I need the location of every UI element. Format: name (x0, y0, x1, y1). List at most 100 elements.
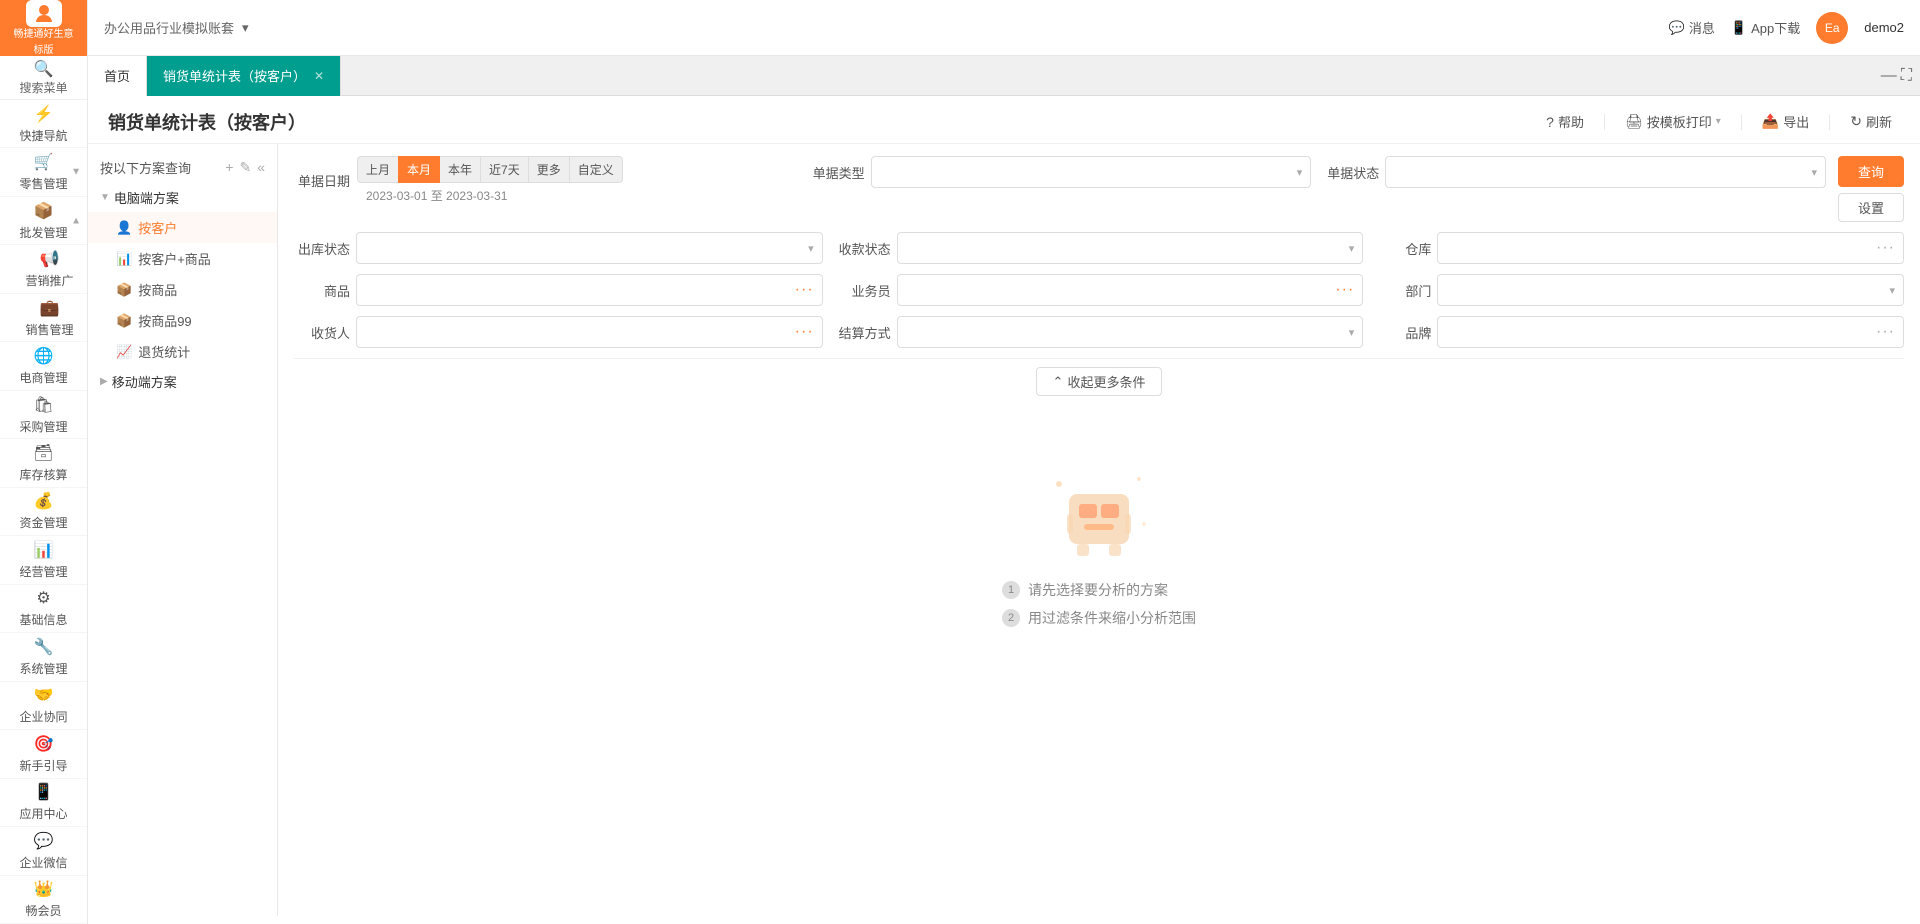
scheme-item-by-goods[interactable]: 📦 按商品 (88, 274, 277, 305)
message-btn[interactable]: 💬 消息 (1669, 18, 1715, 37)
sidebar-item-quick-nav[interactable]: ⚡ 快捷导航 (0, 100, 87, 148)
retail-icon: 🛒 (34, 152, 54, 172)
settle-label: 结算方式 (835, 323, 891, 342)
sidebar-item-operations[interactable]: 📊 经营管理 (0, 536, 87, 584)
tab-sales-stat[interactable]: 销货单统计表（按客户） ✕ (147, 56, 341, 96)
bill-type-control[interactable]: ▾ (871, 156, 1312, 188)
system-label: 系统管理 (19, 660, 67, 677)
sidebar-item-system[interactable]: 🔧 系统管理 (0, 633, 87, 681)
purchase-label: 采购管理 (19, 418, 67, 435)
quick-nav-icon: ⚡ (34, 104, 54, 124)
sidebar-item-sales[interactable]: 💼 销售管理 (0, 294, 87, 342)
scheme-item-icon-cg: 📊 (116, 251, 132, 267)
sidebar-item-finance[interactable]: 💰 资金管理 (0, 488, 87, 536)
salesperson-control[interactable]: ··· (897, 274, 1364, 306)
scheme-group-label-pc: 电脑端方案 (114, 188, 179, 207)
search-menu[interactable]: 🔍 搜索菜单 (0, 56, 87, 100)
sidebar-item-wholesale[interactable]: 📦 批发管理 ▲ (0, 197, 87, 245)
app-logo[interactable]: 畅捷通好生意 标版 (0, 0, 87, 56)
query-btn[interactable]: 查询 (1838, 156, 1904, 187)
sales-icon: 💼 (40, 298, 60, 318)
date-btn-this-year[interactable]: 本年 (439, 156, 481, 183)
collapse-btn[interactable]: ⌃ 收起更多条件 (1036, 367, 1163, 396)
sidebar-item-wechat[interactable]: 💬 企业微信 (0, 827, 87, 875)
date-btn-this-month[interactable]: 本月 (398, 156, 440, 183)
header-left: 办公用品行业模拟账套 ▾ (104, 18, 249, 37)
scheme-collapse-btn[interactable]: « (257, 159, 265, 176)
sidebar-item-appcenter[interactable]: 📱 应用中心 (0, 779, 87, 827)
app-download-icon: 📱 (1731, 20, 1747, 36)
scheme-group-header-mobile[interactable]: ▶ 移动端方案 (88, 367, 277, 396)
help-btn[interactable]: ? 帮助 (1538, 108, 1592, 135)
scheme-item-label-goods: 按商品 (138, 280, 177, 299)
export-btn[interactable]: 📤 导出 (1754, 108, 1817, 135)
scheme-item-label-goods99: 按商品99 (138, 311, 191, 330)
message-label: 消息 (1689, 18, 1715, 37)
out-status-control[interactable]: ▾ (356, 232, 823, 264)
scheme-item-by-return[interactable]: 📈 退货统计 (88, 336, 277, 367)
sidebar-item-retail[interactable]: 🛒 零售管理 ▼ (0, 148, 87, 196)
user-avatar[interactable]: Ea (1816, 12, 1848, 44)
action-buttons: 查询 设置 (1838, 156, 1904, 222)
settle-control[interactable]: ▾ (897, 316, 1364, 348)
finance-icon: 💰 (34, 491, 54, 511)
scheme-group-pc: ▼ 电脑端方案 👤 按客户 📊 按客户+商品 📦 按商品 (88, 183, 277, 367)
brand-control[interactable]: ··· (1437, 316, 1904, 348)
date-btn-7days[interactable]: 近7天 (480, 156, 529, 183)
scheme-item-icon-goods99: 📦 (116, 313, 132, 329)
filter-table-area: 单据日期 上月 本月 本年 近7天 更多 自定义 20 (278, 144, 1920, 916)
member-icon: 👑 (34, 879, 54, 899)
tab-home[interactable]: 首页 (88, 56, 147, 96)
scheme-item-icon-goods: 📦 (116, 282, 132, 298)
app-download-btn[interactable]: 📱 App下载 (1731, 18, 1800, 37)
sidebar-item-enterprise[interactable]: 🤝 企业协同 (0, 682, 87, 730)
refresh-btn[interactable]: ↻ 刷新 (1842, 108, 1900, 135)
scheme-add-btn[interactable]: + (225, 159, 233, 176)
page-header: 销货单统计表（按客户） ? 帮助 🖨 按模板打印 ▾ 📤 导出 (88, 96, 1920, 144)
tip-num-2: 2 (1002, 609, 1020, 627)
bill-status-arrow: ▾ (1811, 166, 1817, 179)
collapse-label: 收起更多条件 (1067, 372, 1145, 391)
date-btn-custom[interactable]: 自定义 (569, 156, 623, 183)
sidebar-item-marketing[interactable]: 📢 营销推广 (0, 245, 87, 293)
scheme-item-by-customer[interactable]: 👤 按客户 (88, 212, 277, 243)
dept-label: 部门 (1375, 281, 1431, 300)
bill-status-control[interactable]: ▾ (1385, 156, 1826, 188)
scheme-item-icon-return: 📈 (116, 344, 132, 360)
sidebar-item-newbie[interactable]: 🎯 新手引导 (0, 730, 87, 778)
finance-label: 资金管理 (19, 514, 67, 531)
tab-close-btn[interactable]: ✕ (314, 69, 324, 83)
logo-icon (26, 0, 62, 27)
content-layout: 按以下方案查询 + ✎ « ▼ 电脑端方案 👤 按客户 (88, 144, 1920, 916)
sidebar-item-inventory[interactable]: 🗃 库存核算 (0, 439, 87, 487)
scheme-item-by-customer-goods[interactable]: 📊 按客户+商品 (88, 243, 277, 274)
scheme-group-header-pc[interactable]: ▼ 电脑端方案 (88, 183, 277, 212)
sidebar-item-purchase[interactable]: 🛍 采购管理 (0, 391, 87, 439)
date-btn-last-month[interactable]: 上月 (357, 156, 399, 183)
tab-minimize-btn[interactable]: — (1881, 67, 1897, 85)
tab-maximize-btn[interactable]: ⛶ (1901, 67, 1912, 85)
tab-bar: 首页 销货单统计表（按客户） ✕ — ⛶ (88, 56, 1920, 96)
print-btn[interactable]: 🖨 按模板打印 ▾ (1617, 108, 1729, 135)
tab-expand: — ⛶ (1873, 67, 1920, 85)
receiver-ellipsis: ··· (795, 323, 814, 341)
date-range-text: 2023-03-01 至 2023-03-31 (366, 187, 623, 204)
sidebar-item-ecommerce[interactable]: 🌐 电商管理 (0, 342, 87, 390)
brand-ellipsis: ··· (1876, 323, 1895, 341)
bill-type-arrow: ▾ (1297, 166, 1303, 179)
dept-control[interactable]: ▾ (1437, 274, 1904, 306)
scheme-edit-btn[interactable]: ✎ (239, 159, 251, 176)
scheme-item-by-goods99[interactable]: 📦 按商品99 (88, 305, 277, 336)
help-icon: ? (1546, 114, 1554, 130)
warehouse-control[interactable]: ··· (1437, 232, 1904, 264)
sidebar-item-member[interactable]: 👑 畅会员 (0, 876, 87, 924)
receiver-control[interactable]: ··· (356, 316, 823, 348)
collect-status-control[interactable]: ▾ (897, 232, 1364, 264)
tip-text-1: 请先选择要分析的方案 (1028, 580, 1168, 600)
sidebar-item-basic[interactable]: ⚙ 基础信息 (0, 585, 87, 633)
settings-btn[interactable]: 设置 (1838, 193, 1904, 222)
filter-section: 单据日期 上月 本月 本年 近7天 更多 自定义 20 (294, 156, 1904, 404)
goods-control[interactable]: ··· (356, 274, 823, 306)
help-label: 帮助 (1558, 112, 1584, 131)
date-btn-more[interactable]: 更多 (528, 156, 570, 183)
